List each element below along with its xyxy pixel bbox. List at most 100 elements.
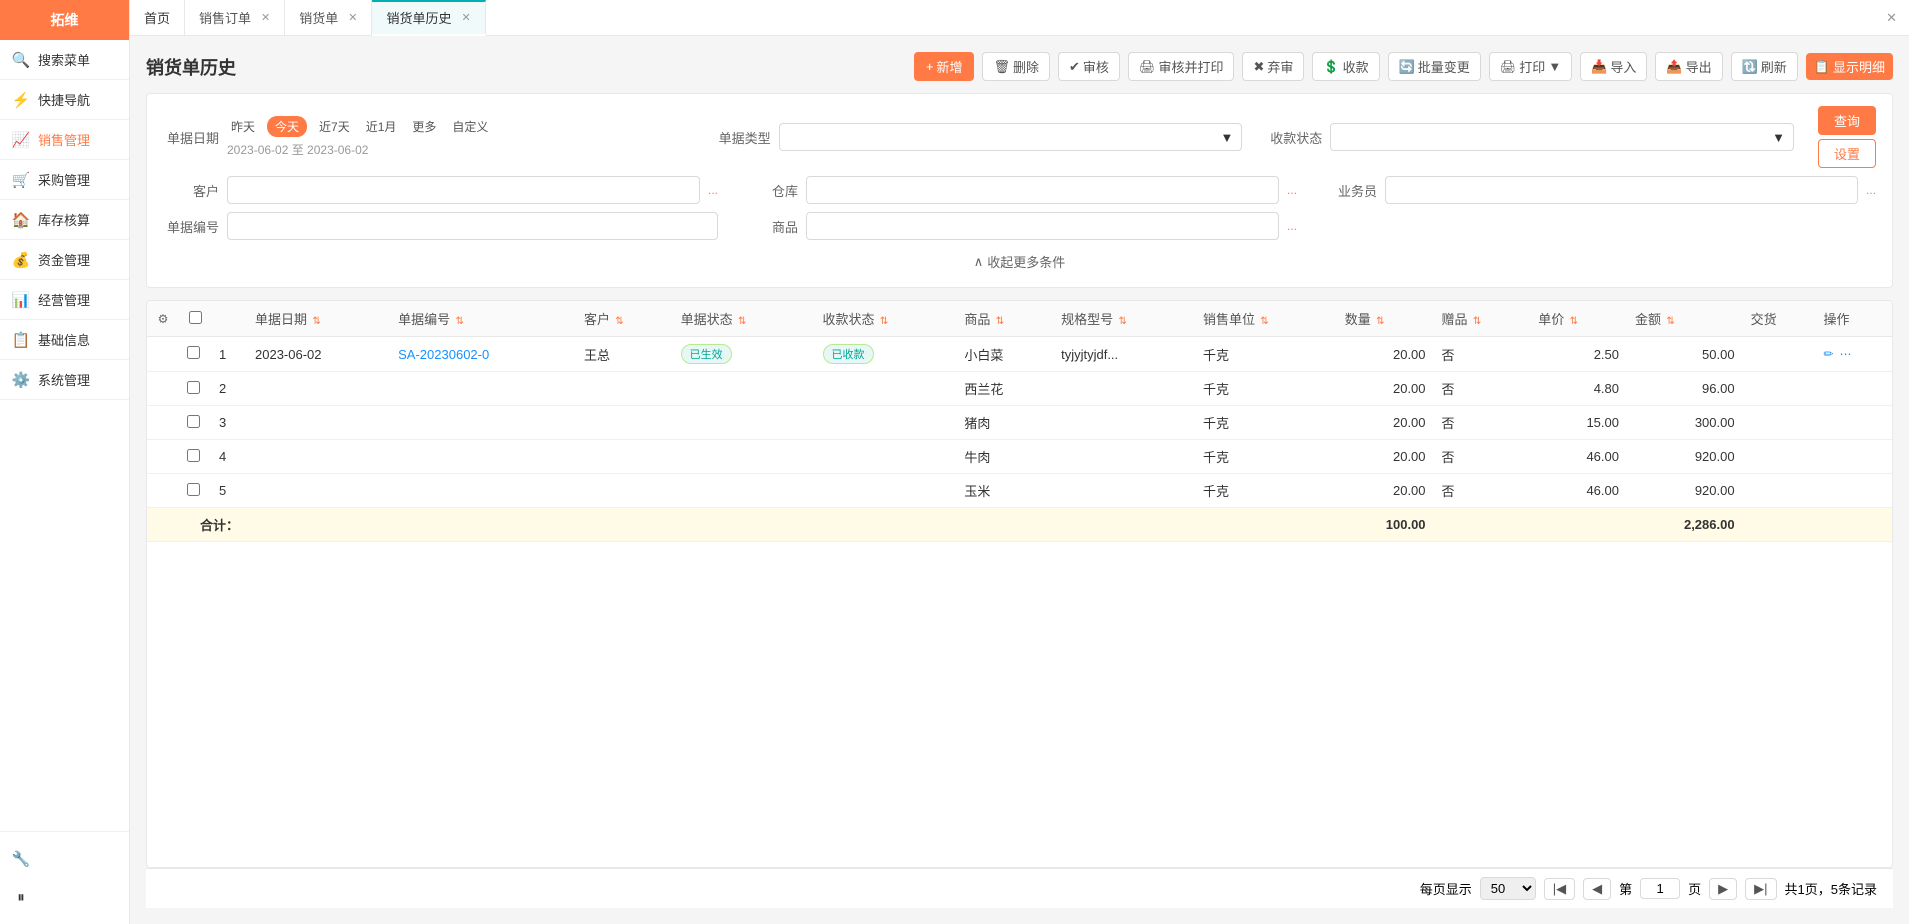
toolbar: + 新增 🗑 删除 ✔ 审核 🖨 审核并打印 ✖ 弃审: [914, 52, 1893, 81]
cell-sales-unit: 千克: [1195, 474, 1337, 508]
salesperson-input[interactable]: [1385, 176, 1858, 204]
doc-no-link[interactable]: SA-20230602-0: [398, 347, 489, 362]
row-checkbox[interactable]: [187, 483, 200, 496]
payment-status-select[interactable]: ▼: [1330, 123, 1794, 151]
cell-quantity: 20.00: [1337, 440, 1434, 474]
sort-unit-price-icon: ⇅: [1570, 316, 1578, 327]
tab-sales-history-close[interactable]: ✕: [462, 11, 471, 24]
new-button[interactable]: + 新增: [914, 52, 975, 81]
setup-button[interactable]: 设置: [1818, 139, 1876, 168]
col-doc-no[interactable]: 单据编号 ⇅: [390, 301, 576, 337]
batch-change-button[interactable]: 🔄 批量变更: [1388, 52, 1481, 81]
doc-no-input[interactable]: [227, 212, 718, 240]
col-doc-status[interactable]: 单据状态 ⇅: [673, 301, 815, 337]
collapse-filter-button[interactable]: ∧ 收起更多条件: [163, 248, 1876, 275]
sidebar: 拓维 🔍 搜索菜单 ⚡ 快捷导航 📈 销售管理 🛒 采购管理 🏠 库存核算 💰 …: [0, 0, 130, 924]
sidebar-bottom: 🔧 ⏸: [0, 831, 129, 924]
abandon-button[interactable]: ✖ 弃审: [1242, 52, 1304, 81]
query-button[interactable]: 查询: [1818, 106, 1876, 135]
customer-input[interactable]: [227, 176, 700, 204]
cell-spec-type: tyjyjtyjdf...: [1053, 337, 1195, 372]
table-row: 5玉米千克20.00否46.00920.00: [147, 474, 1892, 508]
col-quantity[interactable]: 数量 ⇅: [1337, 301, 1434, 337]
date-tab-more[interactable]: 更多: [408, 116, 440, 137]
delete-button[interactable]: 🗑 删除: [982, 52, 1050, 81]
goods-ellipsis[interactable]: ...: [1287, 219, 1297, 233]
page-number-input[interactable]: 1: [1640, 878, 1680, 899]
sidebar-item-quick-nav[interactable]: ⚡ 快捷导航: [0, 80, 129, 120]
date-tab-today[interactable]: 今天: [267, 116, 307, 137]
tab-home[interactable]: 首页: [130, 0, 185, 36]
cell-transaction: [1743, 440, 1816, 474]
customer-ellipsis[interactable]: ...: [708, 183, 718, 197]
cell-unit-price: 46.00: [1530, 440, 1627, 474]
last-page-button[interactable]: ▶|: [1745, 878, 1776, 900]
date-tab-custom[interactable]: 自定义: [448, 116, 492, 137]
sidebar-item-inventory-calc[interactable]: 🏠 库存核算: [0, 200, 129, 240]
col-customer[interactable]: 客户 ⇅: [576, 301, 673, 337]
summary-label: 合计：: [147, 508, 247, 542]
import-button[interactable]: 📥 导入: [1580, 52, 1647, 81]
sidebar-bottom-pause[interactable]: ⏸: [0, 878, 129, 916]
goods-input[interactable]: [806, 212, 1279, 240]
warehouse-input[interactable]: [806, 176, 1279, 204]
date-tab-yesterday[interactable]: 昨天: [227, 116, 259, 137]
col-doc-status-label: 单据状态: [681, 312, 733, 327]
per-page-select[interactable]: 50 100 200: [1480, 877, 1536, 900]
sidebar-item-finance-mgmt[interactable]: 💰 资金管理: [0, 240, 129, 280]
col-goods[interactable]: 商品 ⇅: [956, 301, 1053, 337]
next-page-button[interactable]: ▶: [1709, 878, 1737, 900]
tab-sales-history[interactable]: 销货单历史 ✕: [372, 0, 485, 36]
tab-bar-close-all[interactable]: ✕: [1874, 10, 1909, 26]
show-detail-button[interactable]: 📋 显示明细: [1806, 53, 1893, 80]
col-amount[interactable]: 金额 ⇅: [1627, 301, 1743, 337]
row-checkbox[interactable]: [187, 381, 200, 394]
select-all-checkbox[interactable]: [189, 311, 202, 324]
audit-print-button[interactable]: 🖨 审核并打印: [1128, 52, 1235, 81]
col-sales-unit[interactable]: 销售单位 ⇅: [1195, 301, 1337, 337]
col-doc-no-label: 单据编号: [398, 312, 450, 327]
sidebar-item-sys-mgmt[interactable]: ⚙️ 系统管理: [0, 360, 129, 400]
cell-action: [1815, 440, 1892, 474]
tab-sales-invoice-close[interactable]: ✕: [348, 11, 357, 24]
sidebar-item-purchase-mgmt[interactable]: 🛒 采购管理: [0, 160, 129, 200]
collect-button[interactable]: 💲 收款: [1312, 52, 1379, 81]
col-doc-date[interactable]: 单据日期 ⇅: [247, 301, 390, 337]
prev-page-button[interactable]: ◀: [1583, 878, 1611, 900]
tab-sales-order[interactable]: 销售订单 ✕: [185, 0, 285, 36]
import-icon: 📥: [1591, 59, 1607, 75]
tab-sales-order-close[interactable]: ✕: [261, 11, 270, 24]
sidebar-item-operation-mgmt[interactable]: 📊 经营管理: [0, 280, 129, 320]
print-button[interactable]: 🖨 打印 ▼: [1489, 52, 1572, 81]
audit-button[interactable]: ✔ 审核: [1058, 52, 1120, 81]
first-page-button[interactable]: |◀: [1544, 878, 1575, 900]
page-title: 销货单历史: [146, 54, 236, 80]
sidebar-bottom-settings[interactable]: 🔧: [0, 840, 129, 878]
row-checkbox[interactable]: [187, 346, 200, 359]
tab-sales-order-label: 销售订单: [199, 8, 251, 27]
row-checkbox[interactable]: [187, 449, 200, 462]
col-unit-price[interactable]: 单价 ⇅: [1530, 301, 1627, 337]
date-tab-7days[interactable]: 近7天: [315, 116, 354, 137]
row-checkbox[interactable]: [187, 415, 200, 428]
export-button[interactable]: 📤 导出: [1655, 52, 1722, 81]
col-checkbox: [179, 301, 211, 337]
col-transaction-label: 交货: [1751, 312, 1777, 327]
sidebar-item-sales-mgmt[interactable]: 📈 销售管理: [0, 120, 129, 160]
col-settings[interactable]: ⚙: [147, 301, 179, 337]
search-menu-icon: 🔍: [12, 51, 30, 69]
sidebar-item-basic-info[interactable]: 📋 基础信息: [0, 320, 129, 360]
warehouse-ellipsis[interactable]: ...: [1287, 183, 1297, 197]
refresh-button[interactable]: 🔃 刷新: [1731, 52, 1798, 81]
date-tab-1month[interactable]: 近1月: [362, 116, 401, 137]
col-payment-status[interactable]: 收款状态 ⇅: [815, 301, 957, 337]
col-gift[interactable]: 赠品 ⇅: [1434, 301, 1531, 337]
tab-sales-invoice[interactable]: 销货单 ✕: [285, 0, 372, 36]
col-spec-type[interactable]: 规格型号 ⇅: [1053, 301, 1195, 337]
doc-type-select[interactable]: ▼: [779, 123, 1243, 151]
salesperson-ellipsis[interactable]: ...: [1866, 183, 1876, 197]
sidebar-item-search-menu[interactable]: 🔍 搜索菜单: [0, 40, 129, 80]
action-btn[interactable]: ✏: [1823, 347, 1833, 361]
total-info: 共1页，5条记录: [1785, 879, 1877, 898]
action-btn[interactable]: ⋯: [1840, 347, 1852, 361]
